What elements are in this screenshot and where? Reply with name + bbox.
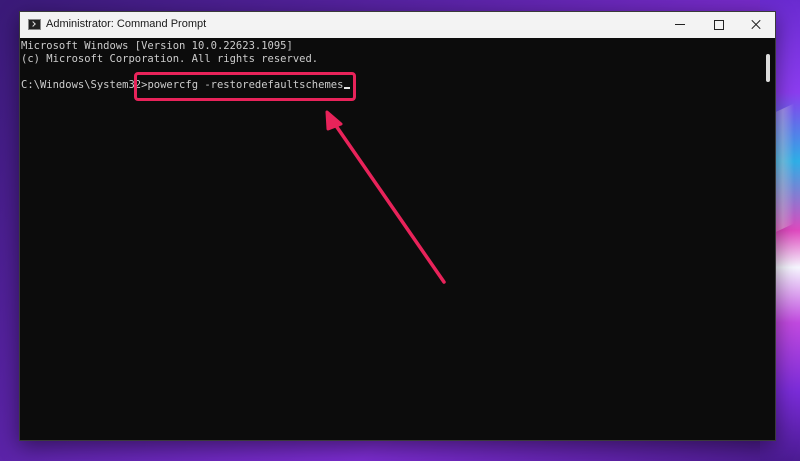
console-line: (c) Microsoft Corporation. All rights re… (21, 53, 319, 65)
window-controls (661, 12, 775, 38)
minimize-icon[interactable] (661, 12, 699, 38)
command-line: C:\Windows\System32>powercfg -restoredef… (21, 79, 761, 92)
command-prompt-window: Administrator: Command Prompt Microsoft … (19, 11, 776, 441)
command-highlight-box (134, 72, 356, 101)
cmd-icon (28, 19, 41, 30)
title-bar[interactable]: Administrator: Command Prompt (20, 12, 775, 38)
console-line: Microsoft Windows [Version 10.0.22623.10… (21, 40, 293, 52)
scrollbar-thumb[interactable] (766, 54, 770, 82)
vertical-scrollbar[interactable] (761, 38, 775, 440)
console-output[interactable]: Microsoft Windows [Version 10.0.22623.10… (20, 38, 761, 440)
window-title: Administrator: Command Prompt (46, 18, 207, 30)
close-icon[interactable] (737, 12, 775, 38)
maximize-icon[interactable] (699, 12, 737, 38)
prompt-path: C:\Windows\System32> (21, 79, 148, 91)
